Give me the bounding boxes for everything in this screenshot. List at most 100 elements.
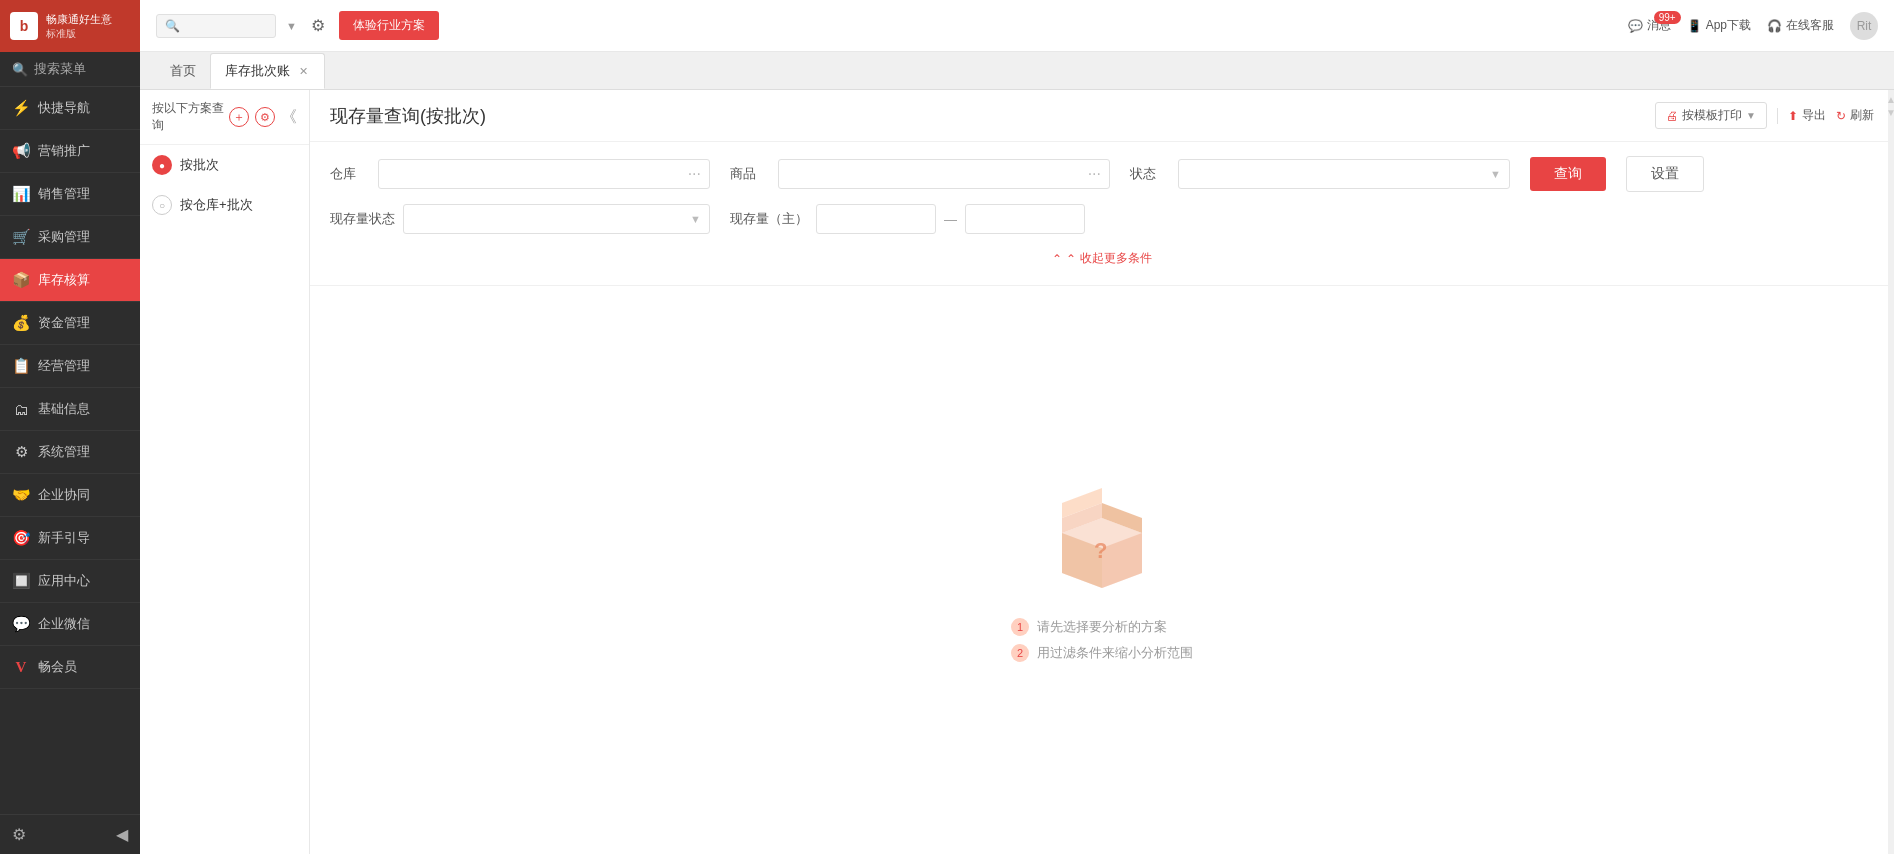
- main-area: 🔍 ▼ ⚙ 体验行业方案 💬 消息 99+ 📱 App下载 🎧 在线客服: [140, 0, 1894, 854]
- query-button[interactable]: 查询: [1530, 157, 1606, 191]
- scroll-down-icon[interactable]: ▼: [1886, 107, 1894, 118]
- topbar-search-input[interactable]: [184, 19, 264, 33]
- tab-close-icon[interactable]: ✕: [296, 64, 310, 78]
- collapse-left-panel-icon[interactable]: 《: [281, 107, 297, 128]
- finance-icon: 💰: [12, 314, 30, 332]
- phone-icon: 📱: [1687, 19, 1702, 33]
- sidebar-item-label: 采购管理: [38, 228, 90, 246]
- sidebar-item-vip[interactable]: V 畅会员: [0, 646, 140, 689]
- sidebar-settings-icon[interactable]: ⚙: [12, 825, 26, 844]
- right-scrollbar[interactable]: ▲ ▼: [1888, 90, 1894, 854]
- sidebar-item-label: 经营管理: [38, 357, 90, 375]
- tab-inventory-batch-label: 库存批次账: [225, 62, 290, 80]
- sidebar-item-purchase[interactable]: 🛒 采购管理: [0, 216, 140, 259]
- empty-tip-2: 2 用过滤条件来缩小分析范围: [1011, 644, 1193, 662]
- status-chevron-icon: ▼: [1490, 168, 1501, 180]
- sales-icon: 📊: [12, 185, 30, 203]
- status-label: 状态: [1130, 165, 1170, 183]
- app-version: 标准版: [46, 27, 112, 40]
- tip-1-num: 1: [1011, 618, 1029, 636]
- print-button[interactable]: 🖨 按模板打印 ▼: [1655, 102, 1767, 129]
- topbar-dropdown-icon[interactable]: ▼: [286, 20, 297, 32]
- product-more-icon[interactable]: ···: [1088, 165, 1101, 183]
- sidebar-item-quick-nav[interactable]: ⚡ 快捷导航: [0, 87, 140, 130]
- topbar-gear-icon[interactable]: ⚙: [307, 12, 329, 39]
- sidebar-item-sales[interactable]: 📊 销售管理: [0, 173, 140, 216]
- message-btn[interactable]: 💬 消息 99+: [1628, 17, 1671, 34]
- refresh-button[interactable]: ↻ 刷新: [1836, 107, 1874, 124]
- qty-to-input[interactable]: [965, 204, 1085, 234]
- tab-home[interactable]: 首页: [156, 54, 210, 88]
- add-scheme-icon[interactable]: ＋: [229, 107, 249, 127]
- sidebar-item-label: 营销推广: [38, 142, 90, 160]
- qty-dash: —: [944, 212, 957, 227]
- scheme-batch[interactable]: ● 按批次: [140, 145, 309, 185]
- collapse-chevron-icon: ⌃ ⌃: [1052, 252, 1075, 266]
- left-panel-title: 按以下方案查询: [152, 100, 229, 134]
- filter-warehouse: 仓库 ···: [330, 159, 710, 189]
- sidebar-item-wechat[interactable]: 💬 企业微信: [0, 603, 140, 646]
- sidebar-item-label: 快捷导航: [38, 99, 90, 117]
- logo-char: b: [20, 18, 29, 34]
- online-service-label: 在线客服: [1786, 17, 1834, 34]
- trial-button[interactable]: 体验行业方案: [339, 11, 439, 40]
- sidebar-item-marketing[interactable]: 📢 营销推广: [0, 130, 140, 173]
- sidebar-item-label: 销售管理: [38, 185, 90, 203]
- left-panel-header: 按以下方案查询 ＋ ⚙ 《: [140, 90, 309, 145]
- sidebar-item-basics[interactable]: 🗂 基础信息: [0, 388, 140, 431]
- scheme-warehouse-batch[interactable]: ○ 按仓库+批次: [140, 185, 309, 225]
- sidebar-item-inventory[interactable]: 📦 库存核算: [0, 259, 140, 302]
- sidebar-header: b 畅康通好生意 标准版: [0, 0, 140, 52]
- sidebar-collapse-icon[interactable]: ◀: [116, 825, 128, 844]
- tab-inventory-batch[interactable]: 库存批次账 ✕: [210, 53, 325, 89]
- sidebar-item-system[interactable]: ⚙ 系统管理: [0, 431, 140, 474]
- sidebar-item-newbie[interactable]: 🎯 新手引导: [0, 517, 140, 560]
- warehouse-input-box[interactable]: ···: [378, 159, 710, 189]
- page-title: 现存量查询(按批次): [330, 104, 486, 128]
- topbar-search-box[interactable]: 🔍: [156, 14, 276, 38]
- user-avatar-btn[interactable]: Rit: [1850, 12, 1878, 40]
- sidebar-item-apps[interactable]: 🔲 应用中心: [0, 560, 140, 603]
- system-icon: ⚙: [12, 443, 30, 461]
- filter-product: 商品 ···: [730, 159, 1110, 189]
- sidebar-search-bar[interactable]: 🔍 搜索菜单: [0, 52, 140, 87]
- inventory-qty-label: 现存量（主）: [730, 210, 808, 228]
- export-button[interactable]: ⬆ 导出: [1788, 107, 1826, 124]
- user-name: Rit: [1857, 19, 1872, 33]
- sidebar-footer: ⚙ ◀: [0, 814, 140, 854]
- inventory-status-select[interactable]: ▼: [403, 204, 710, 234]
- left-panel-header-icons: ＋ ⚙ 《: [229, 107, 297, 128]
- warehouse-batch-scheme-label: 按仓库+批次: [180, 196, 253, 214]
- online-service-btn[interactable]: 🎧 在线客服: [1767, 17, 1834, 34]
- refresh-label: 刷新: [1850, 107, 1874, 124]
- svg-text:?: ?: [1094, 538, 1107, 563]
- empty-tips: 1 请先选择要分析的方案 2 用过滤条件来缩小分析范围: [1011, 618, 1193, 662]
- avatar: Rit: [1850, 12, 1878, 40]
- app-download-btn[interactable]: 📱 App下载: [1687, 17, 1751, 34]
- sidebar-item-operations[interactable]: 📋 经营管理: [0, 345, 140, 388]
- tip-1-text: 请先选择要分析的方案: [1037, 618, 1167, 636]
- marketing-icon: 📢: [12, 142, 30, 160]
- wechat-icon: 💬: [12, 615, 30, 633]
- inventory-status-chevron-icon: ▼: [690, 213, 701, 225]
- collapse-more-btn[interactable]: ⌃ ⌃ 收起更多条件: [330, 246, 1874, 271]
- sidebar-item-finance[interactable]: 💰 资金管理: [0, 302, 140, 345]
- qty-from-input[interactable]: [816, 204, 936, 234]
- content-area: 按以下方案查询 ＋ ⚙ 《 ● 按批次 ○ 按仓库+批次: [140, 90, 1894, 854]
- filter-inventory-qty: 现存量（主） —: [730, 204, 1110, 234]
- sidebar-item-enterprise[interactable]: 🤝 企业协同: [0, 474, 140, 517]
- scheme-settings-icon[interactable]: ⚙: [255, 107, 275, 127]
- settings-button[interactable]: 设置: [1626, 156, 1704, 192]
- batch-icon-char: ●: [159, 160, 165, 171]
- scroll-up-icon[interactable]: ▲: [1886, 94, 1894, 105]
- product-input-box[interactable]: ···: [778, 159, 1110, 189]
- warehouse-more-icon[interactable]: ···: [688, 165, 701, 183]
- sidebar-item-label: 新手引导: [38, 529, 90, 547]
- sidebar-item-label: 系统管理: [38, 443, 90, 461]
- sidebar: b 畅康通好生意 标准版 🔍 搜索菜单 ⚡ 快捷导航 📢 营销推广 📊 销售管理…: [0, 0, 140, 854]
- service-icon: 🎧: [1767, 19, 1782, 33]
- sidebar-item-label: 畅会员: [38, 658, 77, 676]
- status-select[interactable]: ▼: [1178, 159, 1510, 189]
- sidebar-item-label: 基础信息: [38, 400, 90, 418]
- export-icon: ⬆: [1788, 109, 1798, 123]
